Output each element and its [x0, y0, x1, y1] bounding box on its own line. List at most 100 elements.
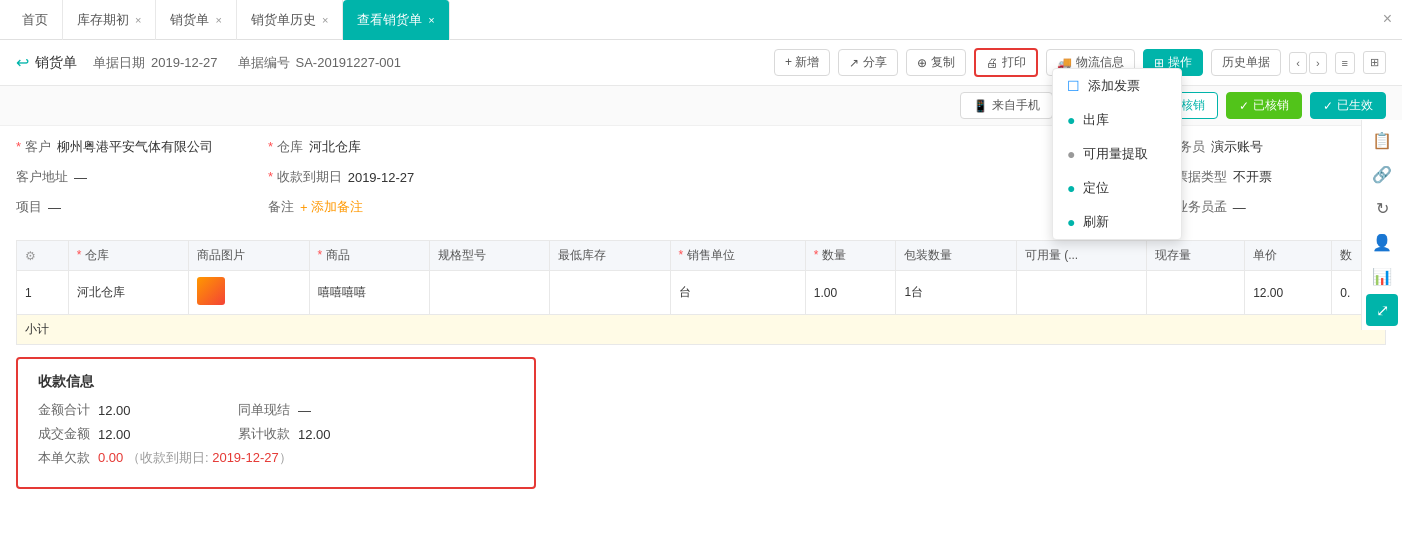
due-date-value: 2019-12-27 [348, 170, 415, 185]
sold-btn[interactable]: ✓ 已核销 [1226, 92, 1302, 119]
doc-title: ↩ 销货单 [16, 53, 77, 72]
copy-button[interactable]: ⊕ 复制 [906, 49, 966, 76]
locate-icon: ● [1067, 180, 1075, 196]
settings-icon[interactable]: ⚙ [25, 249, 36, 263]
product-image [197, 277, 225, 305]
due-date-label: 收款到期日 [268, 168, 342, 186]
qty-icon: ● [1067, 146, 1075, 162]
col-current-stock: 现存量 [1147, 241, 1245, 271]
same-order-value: — [298, 403, 311, 418]
note-label: 备注 [268, 198, 294, 216]
col-spec: 规格型号 [429, 241, 549, 271]
tab-view-sales[interactable]: 查看销货单 × [343, 0, 449, 40]
toolbar-clipboard[interactable]: 📋 [1366, 124, 1398, 156]
toolbar-link[interactable]: 🔗 [1366, 158, 1398, 190]
row-min-stock [550, 271, 670, 315]
transaction-value: 12.00 [98, 427, 131, 442]
dropdown-outbound[interactable]: ● 出库 [1053, 103, 1181, 137]
payment-total-label: 金额合计 [38, 401, 90, 419]
table-wrapper: ⚙ 仓库 商品图片 商品 规格型号 最低库存 销售单位 数量 包装数量 可用量 … [0, 240, 1402, 345]
tab-inventory-init[interactable]: 库存期初 × [63, 0, 156, 40]
address-label: 客户地址 [16, 168, 68, 186]
tab-sales-order[interactable]: 销货单 × [156, 0, 236, 40]
col-unit: 销售单位 [670, 241, 805, 271]
prev-button[interactable]: ‹ [1289, 52, 1307, 74]
tab-sales-history[interactable]: 销货单历史 × [237, 0, 343, 40]
toolbar-rotate[interactable]: ↻ [1366, 192, 1398, 224]
close-tab-sales[interactable]: × [215, 14, 221, 26]
staff-value: 演示账号 [1211, 138, 1263, 156]
new-button[interactable]: + 新增 [774, 49, 830, 76]
row-product: 嘻嘻嘻嘻 [309, 271, 429, 315]
debt-label: 本单欠款 [38, 449, 90, 467]
warehouse-value: 河北仓库 [309, 138, 361, 156]
row-product-image [189, 271, 309, 315]
col-qty: 数量 [805, 241, 896, 271]
close-tab-sales-history[interactable]: × [322, 14, 328, 26]
project-label: 项目 [16, 198, 42, 216]
col-min-stock: 最低库存 [550, 241, 670, 271]
main-content: ↩ 销货单 单据日期 2019-12-27 单据编号 SA-20191227-0… [0, 40, 1402, 533]
subtotal-row: 小计 [17, 315, 1386, 345]
effective-btn[interactable]: ✓ 已生效 [1310, 92, 1386, 119]
doc-meta: 单据日期 2019-12-27 单据编号 SA-20191227-001 [93, 54, 758, 72]
cumulative-value: 12.00 [298, 427, 331, 442]
sales-staff-value: — [1233, 200, 1246, 215]
customer-field: 客户 柳州粤港平安气体有限公司 [16, 138, 236, 156]
share-button[interactable]: ↗ 分享 [838, 49, 898, 76]
customer-value: 柳州粤港平安气体有限公司 [57, 138, 213, 156]
doc-type-label: 销货单 [35, 54, 77, 72]
close-tab-inventory[interactable]: × [135, 14, 141, 26]
doc-header: ↩ 销货单 单据日期 2019-12-27 单据编号 SA-20191227-0… [0, 40, 1402, 86]
dropdown-locate[interactable]: ● 定位 [1053, 171, 1181, 205]
payment-total-item: 金额合计 12.00 [38, 401, 198, 419]
outbound-icon: ● [1067, 112, 1075, 128]
col-product-image: 商品图片 [189, 241, 309, 271]
transaction-label: 成交金额 [38, 425, 90, 443]
row-spec [429, 271, 549, 315]
dropdown-available-qty[interactable]: ● 可用量提取 [1053, 137, 1181, 171]
ticket-type-value: 不开票 [1233, 168, 1272, 186]
view-list-button[interactable]: ≡ [1335, 52, 1355, 74]
from-phone-btn[interactable]: 📱 来自手机 [960, 92, 1053, 119]
col-available: 可用量 (... [1016, 241, 1146, 271]
doc-number-item: 单据编号 SA-20191227-001 [238, 54, 402, 72]
col-product: 商品 [309, 241, 429, 271]
col-unit-price: 单价 [1245, 241, 1332, 271]
row-pack-qty: 1台 [896, 271, 1016, 315]
row-index: 1 [17, 271, 69, 315]
payment-row-1: 金额合计 12.00 同单现结 — [38, 401, 514, 419]
toolbar-expand[interactable]: ⤢ [1366, 294, 1398, 326]
cumulative-label: 累计收款 [238, 425, 290, 443]
due-date-field: 收款到期日 2019-12-27 [268, 168, 488, 186]
address-field: 客户地址 — [16, 168, 236, 186]
doc-date-item: 单据日期 2019-12-27 [93, 54, 218, 72]
view-grid-button[interactable]: ⊞ [1363, 51, 1386, 74]
row-warehouse: 河北仓库 [68, 271, 188, 315]
sales-order-icon: ↩ [16, 53, 29, 72]
warehouse-field: 仓库 河北仓库 [268, 138, 488, 156]
address-value: — [74, 170, 87, 185]
next-button[interactable]: › [1309, 52, 1327, 74]
print-button[interactable]: 🖨 打印 [974, 48, 1038, 77]
close-all-tabs[interactable]: × [1383, 10, 1392, 28]
history-button[interactable]: 历史单据 [1211, 49, 1281, 76]
dropdown-add-invoice[interactable]: ☐ 添加发票 [1053, 69, 1181, 103]
invoice-icon: ☐ [1067, 78, 1080, 94]
project-field: 项目 — [16, 198, 236, 216]
dropdown-refresh[interactable]: ● 刷新 [1053, 205, 1181, 239]
toolbar-chart[interactable]: 📊 [1366, 260, 1398, 292]
subtotal-label: 小计 [17, 315, 1386, 345]
payment-transaction-item: 成交金额 12.00 [38, 425, 198, 443]
toolbar-user[interactable]: 👤 [1366, 226, 1398, 258]
check-circle-icon: ✓ [1239, 99, 1249, 113]
payment-debt-item: 本单欠款 0.00 （收款到期日: 2019-12-27） [38, 449, 292, 467]
add-note-button[interactable]: + 添加备注 [300, 198, 363, 216]
payment-row-2: 成交金额 12.00 累计收款 12.00 [38, 425, 514, 443]
date-value: 2019-12-27 [151, 55, 218, 70]
customer-label: 客户 [16, 138, 51, 156]
tab-home[interactable]: 首页 [8, 0, 63, 40]
debt-value: 0.00 （收款到期日: 2019-12-27） [98, 449, 292, 467]
table-header-row: ⚙ 仓库 商品图片 商品 规格型号 最低库存 销售单位 数量 包装数量 可用量 … [17, 241, 1386, 271]
close-tab-view-sales[interactable]: × [428, 14, 434, 26]
